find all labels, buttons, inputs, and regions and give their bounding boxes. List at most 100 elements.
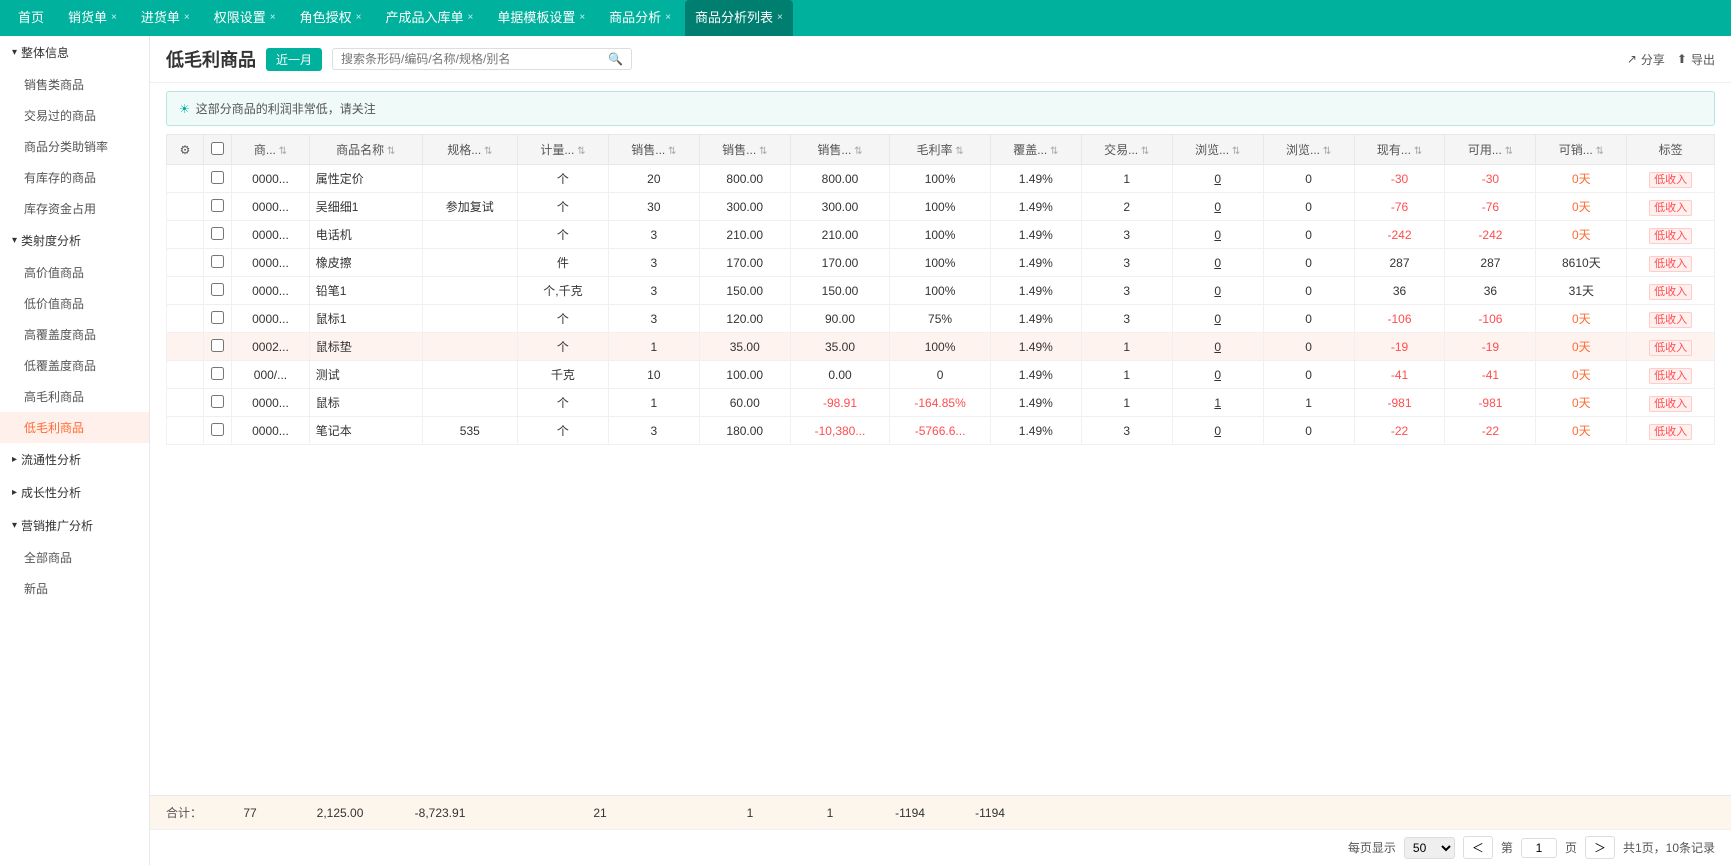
cell-gross-margin: -164.85% (890, 389, 991, 417)
close-icon[interactable]: × (270, 0, 276, 36)
row-checkbox[interactable] (211, 367, 224, 380)
col-unit[interactable]: 计量... (517, 135, 608, 165)
sidebar-group-coverage-analysis[interactable]: ▾ 类射度分析 (0, 224, 149, 257)
nav-sales-order[interactable]: 销货单 × (58, 0, 127, 36)
close-icon[interactable]: × (665, 0, 671, 36)
per-page-select[interactable]: 50 100 200 (1404, 837, 1455, 859)
cell-views1[interactable]: 0 (1172, 165, 1263, 193)
row-checkbox[interactable] (211, 395, 224, 408)
col-spec[interactable]: 规格... (422, 135, 517, 165)
sidebar-group-overall[interactable]: ▾ 整体信息 (0, 36, 149, 69)
cell-views1[interactable]: 0 (1172, 249, 1263, 277)
col-stock-saleable[interactable]: 可销... (1536, 135, 1627, 165)
sidebar-item-category-rate[interactable]: 商品分类助销率 (0, 131, 149, 162)
col-trans[interactable]: 交易... (1081, 135, 1172, 165)
col-code[interactable]: 商... (232, 135, 310, 165)
row-checkbox[interactable] (211, 227, 224, 240)
search-input[interactable] (341, 52, 602, 66)
row-checkbox[interactable] (211, 255, 224, 268)
sidebar-item-high-margin[interactable]: 高毛利商品 (0, 381, 149, 412)
col-sales-price[interactable]: 销售... (699, 135, 790, 165)
sidebar-item-stocked-products[interactable]: 有库存的商品 (0, 162, 149, 193)
cell-checkbox[interactable] (204, 193, 232, 221)
col-views1[interactable]: 浏览... (1172, 135, 1263, 165)
cell-checkbox[interactable] (204, 389, 232, 417)
col-gross-margin[interactable]: 毛利率 (890, 135, 991, 165)
sidebar-item-low-value[interactable]: 低价值商品 (0, 288, 149, 319)
cell-views1[interactable]: 0 (1172, 305, 1263, 333)
sidebar-item-high-value[interactable]: 高价值商品 (0, 257, 149, 288)
col-stock-available[interactable]: 可用... (1445, 135, 1536, 165)
close-icon[interactable]: × (467, 0, 473, 36)
col-stock-current[interactable]: 现有... (1354, 135, 1445, 165)
nav-product-analysis[interactable]: 商品分析 × (599, 0, 681, 36)
row-checkbox[interactable] (211, 423, 224, 436)
cell-checkbox[interactable] (204, 221, 232, 249)
close-icon[interactable]: × (579, 0, 585, 36)
close-icon[interactable]: × (111, 0, 117, 36)
col-settings[interactable]: ⚙ (167, 135, 204, 165)
cell-checkbox[interactable] (204, 277, 232, 305)
page-number-input[interactable] (1521, 838, 1557, 858)
cell-views1[interactable]: 0 (1172, 361, 1263, 389)
nav-template-settings[interactable]: 单据模板设置 × (487, 0, 595, 36)
row-checkbox[interactable] (211, 311, 224, 324)
sidebar-item-high-coverage[interactable]: 高覆盖度商品 (0, 319, 149, 350)
col-sales-qty[interactable]: 销售... (608, 135, 699, 165)
col-sales-profit[interactable]: 销售... (790, 135, 890, 165)
sidebar-item-sales-products[interactable]: 销售类商品 (0, 69, 149, 100)
cell-spec: 参加复试 (422, 193, 517, 221)
cell-coverage: 1.49% (990, 389, 1081, 417)
nav-purchase-order[interactable]: 进货单 × (131, 0, 200, 36)
col-coverage[interactable]: 覆盖... (990, 135, 1081, 165)
table-header-row: ⚙ 商... 商品名称 规格... 计量... 销售... 销售... 销售..… (167, 135, 1715, 165)
prev-page-button[interactable]: ＜ (1463, 836, 1493, 859)
sidebar-item-low-coverage[interactable]: 低覆盖度商品 (0, 350, 149, 381)
close-icon[interactable]: × (356, 0, 362, 36)
cell-checkbox[interactable] (204, 249, 232, 277)
export-button[interactable]: ⬆ 导出 (1677, 51, 1715, 68)
nav-permission-settings[interactable]: 权限设置 × (204, 0, 286, 36)
cell-views1[interactable]: 0 (1172, 333, 1263, 361)
cell-checkbox[interactable] (204, 361, 232, 389)
close-icon[interactable]: × (184, 0, 190, 36)
sidebar-group-marketing[interactable]: ▾ 营销推广分析 (0, 509, 149, 542)
sidebar-group-growth[interactable]: ▸ 成长性分析 (0, 476, 149, 509)
col-name[interactable]: 商品名称 (309, 135, 422, 165)
sidebar-item-all-products[interactable]: 全部商品 (0, 542, 149, 573)
per-page-label: 每页显示 (1348, 839, 1396, 856)
cell-sales-profit: -98.91 (790, 389, 890, 417)
nav-home[interactable]: 首页 (8, 0, 54, 36)
sidebar-item-traded-products[interactable]: 交易过的商品 (0, 100, 149, 131)
cell-checkbox[interactable] (204, 417, 232, 445)
nav-product-analysis-list[interactable]: 商品分析列表 × (685, 0, 793, 36)
cell-views1[interactable]: 0 (1172, 193, 1263, 221)
period-button[interactable]: 近一月 (266, 48, 322, 71)
cell-views1[interactable]: 0 (1172, 277, 1263, 305)
next-page-button[interactable]: ＞ (1585, 836, 1615, 859)
cell-tag: 低收入 (1627, 249, 1715, 277)
cell-settings (167, 361, 204, 389)
cell-unit: 个 (517, 417, 608, 445)
cell-checkbox[interactable] (204, 333, 232, 361)
sidebar-item-low-margin[interactable]: 低毛利商品 (0, 412, 149, 443)
share-button[interactable]: ↗ 分享 (1627, 51, 1665, 68)
row-checkbox[interactable] (211, 339, 224, 352)
cell-views1[interactable]: 0 (1172, 221, 1263, 249)
cell-checkbox[interactable] (204, 305, 232, 333)
col-views2[interactable]: 浏览... (1263, 135, 1354, 165)
sidebar-group-liquidity[interactable]: ▸ 流通性分析 (0, 443, 149, 476)
cell-checkbox[interactable] (204, 165, 232, 193)
row-checkbox[interactable] (211, 171, 224, 184)
cell-views1[interactable]: 1 (1172, 389, 1263, 417)
row-checkbox[interactable] (211, 199, 224, 212)
cell-views1[interactable]: 0 (1172, 417, 1263, 445)
close-icon[interactable]: × (777, 0, 783, 36)
sidebar-item-capital-usage[interactable]: 库存资金占用 (0, 193, 149, 224)
nav-product-entry[interactable]: 产成品入库单 × (375, 0, 483, 36)
nav-role-auth[interactable]: 角色授权 × (290, 0, 372, 36)
row-checkbox[interactable] (211, 283, 224, 296)
sidebar-item-new-products[interactable]: 新品 (0, 573, 149, 604)
select-all-checkbox[interactable] (211, 142, 224, 155)
search-icon[interactable]: 🔍 (608, 52, 623, 66)
